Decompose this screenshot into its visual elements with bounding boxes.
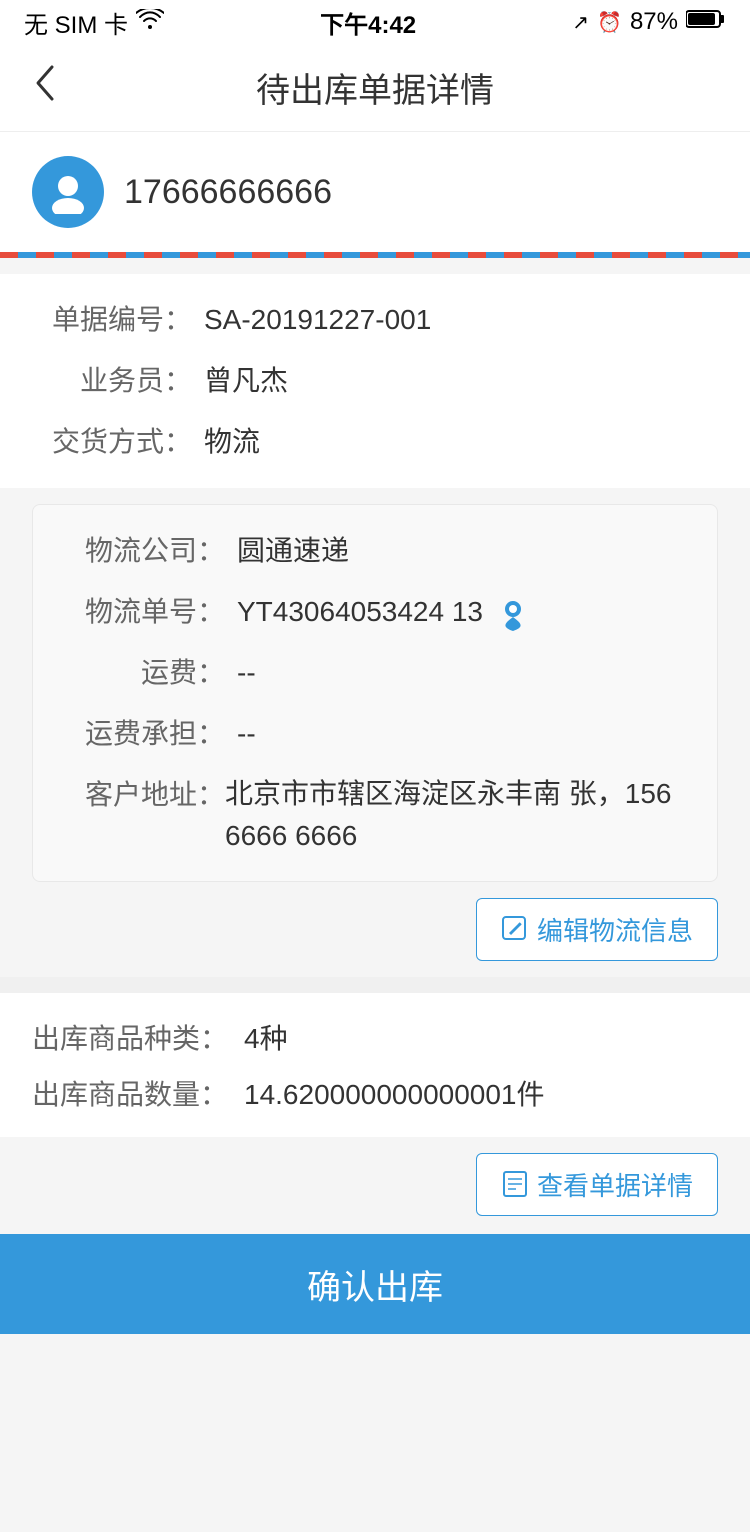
- logistics-tracking-value: YT43064053424 13: [237, 590, 685, 635]
- order-no-label: 单据编号：: [32, 298, 192, 343]
- edit-logistics-wrapper: 编辑物流信息: [32, 898, 718, 961]
- goods-quantity-label: 出库商品数量：: [32, 1073, 232, 1113]
- freight-bearer-row: 运费承担： --: [65, 712, 685, 757]
- order-number-row: 单据编号： SA-20191227-001: [32, 298, 718, 343]
- customer-phone: 17666666666: [124, 173, 332, 212]
- freight-label: 运费：: [65, 651, 225, 696]
- goods-types-row: 出库商品种类： 4种: [32, 1017, 718, 1057]
- order-no-value: SA-20191227-001: [204, 298, 718, 343]
- edit-logistics-button[interactable]: 编辑物流信息: [476, 898, 718, 961]
- user-icon: [46, 170, 90, 214]
- logistics-company-value: 圆通速递: [237, 529, 685, 574]
- logistics-tracking-row: 物流单号： YT43064053424 13: [65, 590, 685, 635]
- location-icon: ↗: [572, 10, 589, 35]
- carrier-label: 无 SIM 卡: [24, 5, 128, 40]
- goods-stats-section: 出库商品种类： 4种 出库商品数量： 14.620000000000001件: [0, 993, 750, 1137]
- view-details-wrapper: 查看单据详情: [32, 1153, 718, 1216]
- status-bar: 无 SIM 卡 下午4:42 ↗ ⏰ 87%: [0, 0, 750, 44]
- address-value: 北京市市辖区海淀区永丰南 张，156 6666 6666: [225, 773, 685, 857]
- nav-bar: 待出库单据详情: [0, 44, 750, 132]
- freight-row: 运费： --: [65, 651, 685, 696]
- confirm-outbound-button[interactable]: 确认出库: [0, 1234, 750, 1334]
- freight-bearer-value: --: [237, 712, 685, 757]
- wifi-icon: [136, 8, 164, 36]
- freight-value: --: [237, 651, 685, 696]
- edit-icon: [501, 915, 529, 943]
- map-pin-icon[interactable]: [495, 595, 531, 631]
- customer-header: 17666666666: [0, 132, 750, 252]
- back-button[interactable]: [32, 63, 92, 112]
- delivery-row: 交货方式： 物流: [32, 420, 718, 465]
- order-info-section: 单据编号： SA-20191227-001 业务员： 曾凡杰 交货方式： 物流: [0, 274, 750, 488]
- address-row: 客户地址： 北京市市辖区海淀区永丰南 张，156 6666 6666: [65, 773, 685, 857]
- edit-logistics-label: 编辑物流信息: [537, 911, 693, 948]
- logistics-company-row: 物流公司： 圆通速递: [65, 529, 685, 574]
- goods-quantity-value: 14.620000000000001件: [244, 1073, 545, 1113]
- goods-types-label: 出库商品种类：: [32, 1017, 232, 1057]
- view-details-label: 查看单据详情: [537, 1166, 693, 1203]
- confirm-label: 确认出库: [307, 1260, 443, 1309]
- page-title: 待出库单据详情: [256, 63, 494, 112]
- dashed-divider: [0, 252, 750, 258]
- logistics-tracking-label: 物流单号：: [65, 590, 225, 635]
- address-label: 客户地址：: [65, 773, 225, 818]
- doc-icon: [501, 1170, 529, 1198]
- alarm-icon: ⏰: [597, 10, 622, 35]
- logistics-card: 物流公司： 圆通速递 物流单号： YT43064053424 13 运费： --…: [32, 504, 718, 881]
- avatar: [32, 156, 104, 228]
- salesman-label: 业务员：: [32, 359, 192, 404]
- goods-types-value: 4种: [244, 1017, 288, 1057]
- goods-quantity-row: 出库商品数量： 14.620000000000001件: [32, 1073, 718, 1113]
- section-separator: [0, 977, 750, 993]
- salesman-row: 业务员： 曾凡杰: [32, 359, 718, 404]
- view-details-button[interactable]: 查看单据详情: [476, 1153, 718, 1216]
- salesman-value: 曾凡杰: [204, 359, 718, 404]
- delivery-value: 物流: [204, 420, 718, 465]
- battery-icon: [686, 8, 726, 36]
- logistics-company-label: 物流公司：: [65, 529, 225, 574]
- freight-bearer-label: 运费承担：: [65, 712, 225, 757]
- time-display: 下午4:42: [320, 5, 416, 40]
- battery-label: 87%: [630, 8, 678, 36]
- delivery-label: 交货方式：: [32, 420, 192, 465]
